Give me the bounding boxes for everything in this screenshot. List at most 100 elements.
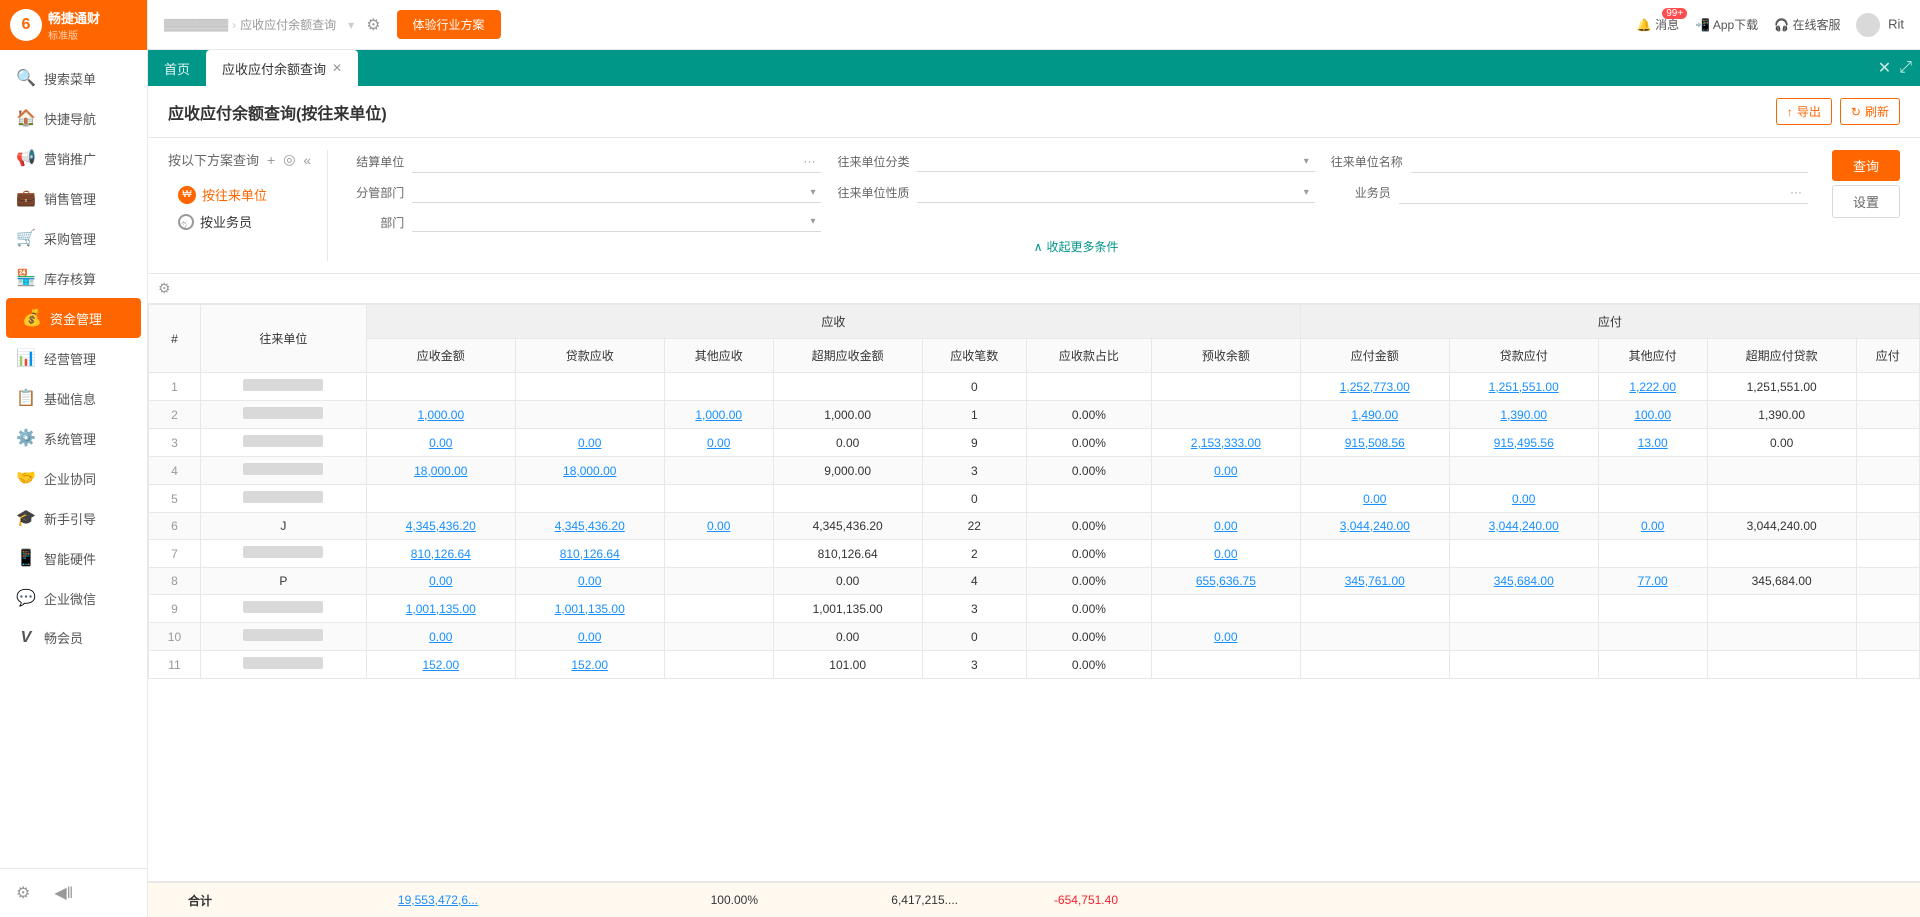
collapse-filter-icon[interactable]: «	[303, 152, 311, 168]
unit-name-input[interactable]	[1411, 150, 1808, 173]
dept-select[interactable]: ▾	[412, 212, 821, 232]
settings-footer-btn[interactable]: ⚙	[8, 877, 38, 909]
sidebar-item-label: 智能硬件	[44, 549, 96, 568]
header-gear-icon[interactable]: ⚙	[366, 15, 380, 35]
sidebar-item-search[interactable]: 🔍 搜索菜单	[0, 58, 147, 98]
breadcrumb-expand-icon[interactable]: ▾	[348, 18, 354, 32]
export-label: 导出	[1797, 103, 1821, 120]
collapse-label: 收起更多条件	[1046, 238, 1118, 255]
collapse-sidebar-btn[interactable]: ◀‖	[46, 877, 81, 909]
sidebar-item-hardware[interactable]: 📱 智能硬件	[0, 538, 147, 578]
sidebar-item-label: 销售管理	[44, 189, 96, 208]
salesperson-select[interactable]: ···	[1399, 181, 1808, 204]
collapse-btn[interactable]: ∧ 收起更多条件	[344, 232, 1808, 261]
row-number: 3	[149, 429, 201, 457]
logo-icon: 6	[10, 9, 42, 41]
col-group-receivable: 应收	[366, 305, 1300, 339]
unit-category-select[interactable]: ▾	[917, 152, 1314, 172]
sidebar-item-finance[interactable]: 💰 资金管理	[6, 298, 141, 338]
tab-close-icon[interactable]: ✕	[332, 61, 342, 75]
sidebar-item-label: 企业微信	[44, 589, 96, 608]
notification-label: 消息	[1655, 18, 1679, 32]
footer-ar-prepay: 6,417,215....	[838, 893, 958, 907]
settings-filter-icon[interactable]: ◎	[283, 151, 295, 168]
filter-option-by-staff[interactable]: ⏱ 按业务员	[168, 208, 311, 235]
export-button[interactable]: ↑ 导出	[1776, 98, 1832, 125]
refresh-button[interactable]: ↻ 刷新	[1840, 98, 1900, 125]
sidebar-menu: 🔍 搜索菜单 🏠 快捷导航 📢 营销推广 💼 销售管理 🛒 采购管理 🏪 库存核…	[0, 50, 147, 868]
tab-arbalance[interactable]: 应收应付余额查询 ✕	[206, 50, 358, 86]
online-service-btn[interactable]: 🎧 在线客服	[1774, 16, 1840, 33]
by-staff-label: 按业务员	[200, 212, 252, 231]
refresh-label: 刷新	[1865, 103, 1889, 120]
unit-name-label: 往来单位名称	[1331, 153, 1403, 170]
sidebar-item-purchase[interactable]: 🛒 采购管理	[0, 218, 147, 258]
col-ap-overdue: 超期应付贷款	[1707, 339, 1856, 373]
settlement-dots-icon[interactable]: ···	[803, 154, 815, 168]
tab-expand-icon[interactable]: ⤢	[1899, 59, 1912, 77]
footer-ap-total: -654,751.40	[1018, 893, 1118, 907]
unit-nature-select[interactable]: ▾	[917, 183, 1314, 203]
salesperson-dots-icon[interactable]: ···	[1790, 185, 1802, 199]
table-section: ⚙ # 往来单位 应收 应付 应收金额 贷款应收 其他应收 超期应收金额	[148, 274, 1920, 917]
sidebar-item-label: 基础信息	[44, 389, 96, 408]
operations-icon: 📊	[16, 348, 36, 368]
sidebar-item-system[interactable]: ⚙️ 系统管理	[0, 418, 147, 458]
bell-icon: 🔔	[1637, 18, 1652, 32]
table-row: 8P0.000.000.0040.00%655,636.75345,761.00…	[149, 568, 1920, 595]
table-row: 91,001,135.001,001,135.001,001,135.0030.…	[149, 595, 1920, 623]
row-number: 10	[149, 623, 201, 651]
collab-icon: 🤝	[16, 468, 36, 488]
warehouse-icon: 🏪	[16, 268, 36, 288]
username: Rit	[1888, 16, 1904, 31]
partner-cell	[200, 651, 366, 679]
user-btn[interactable]: Rit	[1856, 13, 1904, 37]
col-ap-extra: 应付	[1856, 339, 1919, 373]
sidebar-item-label: 采购管理	[44, 229, 96, 248]
sidebar-item-base[interactable]: 📋 基础信息	[0, 378, 147, 418]
sidebar-item-quicknav[interactable]: 🏠 快捷导航	[0, 98, 147, 138]
unit-nature-chevron-icon: ▾	[1304, 187, 1309, 198]
tab-arbalance-label: 应收应付余额查询	[222, 59, 326, 78]
sidebar-item-sales[interactable]: 💼 销售管理	[0, 178, 147, 218]
row-number: 5	[149, 485, 201, 513]
tab-home[interactable]: 首页	[148, 50, 206, 86]
footer-ar-total[interactable]: 19,553,472,6...	[358, 893, 478, 907]
sidebar-item-wechat[interactable]: 💬 企业微信	[0, 578, 147, 618]
sidebar-item-guide[interactable]: 🎓 新手引导	[0, 498, 147, 538]
partner-cell	[200, 540, 366, 568]
footer-ar-ratio: 100.00%	[678, 893, 758, 907]
page-header: 应收应付余额查询(按往来单位) ↑ 导出 ↻ 刷新	[148, 86, 1920, 138]
table-config-icon[interactable]: ⚙	[158, 280, 171, 297]
export-icon: ↑	[1787, 105, 1793, 119]
row-number: 2	[149, 401, 201, 429]
sidebar-item-marketing[interactable]: 📢 营销推广	[0, 138, 147, 178]
add-filter-icon[interactable]: +	[267, 152, 275, 168]
sidebar-item-label: 搜索菜单	[44, 69, 96, 88]
tab-close-window-icon[interactable]: ✕	[1878, 58, 1891, 78]
notification-btn[interactable]: 🔔 消息 99+	[1637, 16, 1679, 33]
by-unit-label: 按往来单位	[202, 185, 267, 204]
sidebar-item-collab[interactable]: 🤝 企业协同	[0, 458, 147, 498]
solution-button[interactable]: 体验行业方案	[397, 10, 501, 39]
app-download-label: App下载	[1713, 18, 1758, 32]
tab-bar-actions: ✕ ⤢	[1878, 58, 1920, 78]
sales-icon: 💼	[16, 188, 36, 208]
department-select[interactable]: ▾	[412, 183, 821, 203]
settings-button[interactable]: 设置	[1832, 185, 1900, 218]
filter-option-by-unit[interactable]: ₩ 按往来单位	[168, 181, 311, 208]
dept-chevron-icon: ▾	[810, 216, 815, 227]
row-number: 1	[149, 373, 201, 401]
base-icon: 📋	[16, 388, 36, 408]
sidebar-item-operations[interactable]: 📊 经营管理	[0, 338, 147, 378]
app-download-btn[interactable]: 📲 App下载	[1695, 16, 1758, 33]
main-content: 应收应付余额查询(按往来单位) ↑ 导出 ↻ 刷新 按以下方案查询 + ◎ «	[148, 86, 1920, 917]
table-wrapper[interactable]: # 往来单位 应收 应付 应收金额 贷款应收 其他应收 超期应收金额 应收笔数 …	[148, 304, 1920, 881]
query-button[interactable]: 查询	[1832, 150, 1900, 181]
sidebar-item-member[interactable]: V 畅会员	[0, 618, 147, 657]
tab-bar: 首页 应收应付余额查询 ✕ ✕ ⤢	[148, 50, 1920, 86]
settlement-input[interactable]: ···	[412, 150, 821, 173]
col-index: #	[149, 305, 201, 373]
sidebar-item-label: 畅会员	[44, 628, 83, 647]
sidebar-item-warehouse[interactable]: 🏪 库存核算	[0, 258, 147, 298]
